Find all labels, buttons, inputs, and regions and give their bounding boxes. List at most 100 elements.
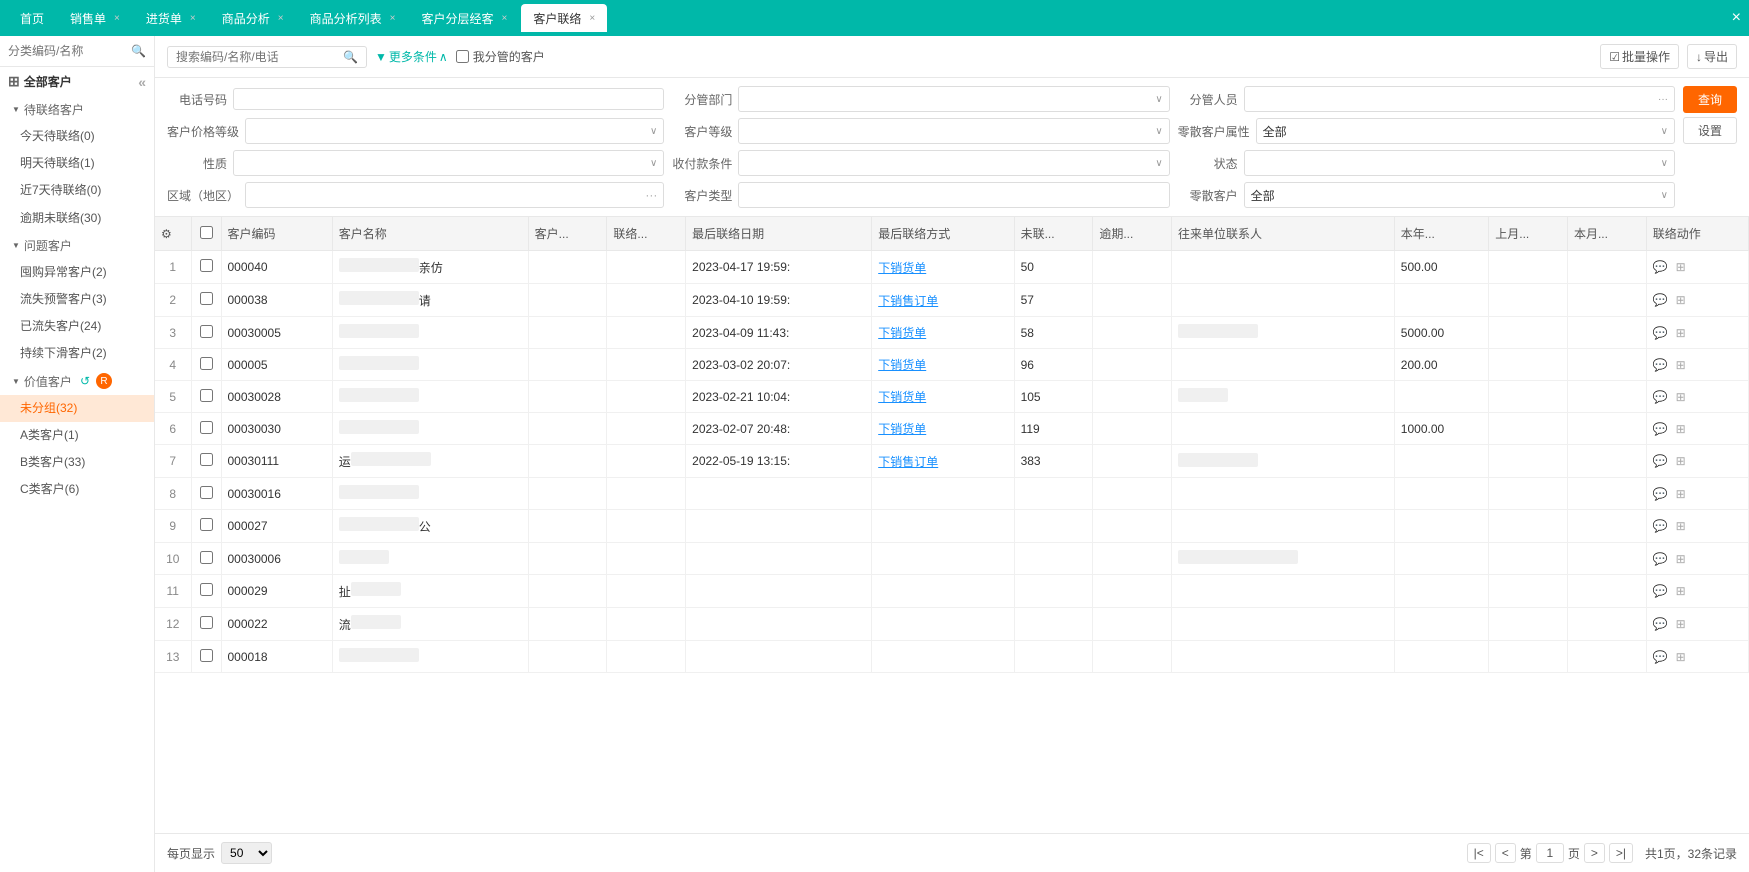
grid-action-icon[interactable]: ⊞ (1676, 487, 1686, 501)
prev-page-button[interactable]: < (1495, 843, 1516, 863)
filter-status-select[interactable]: ∨ (1244, 150, 1675, 176)
chat-icon[interactable]: 💬 (1653, 422, 1668, 436)
grid-action-icon[interactable]: ⊞ (1676, 358, 1686, 372)
reset-button[interactable]: 设置 (1683, 117, 1737, 144)
all-customers-item[interactable]: ⊞ 全部客户 « (0, 67, 154, 96)
row-checkbox[interactable] (200, 583, 213, 596)
filter-price-level-select[interactable]: ∨ (245, 118, 664, 144)
row-checkbox[interactable] (200, 518, 213, 531)
my-customers-checkbox[interactable] (456, 50, 469, 63)
filter-retail-attr-select[interactable]: 全部 ∨ (1256, 118, 1675, 144)
grid-action-icon[interactable]: ⊞ (1676, 293, 1686, 307)
filter-nature-select[interactable]: ∨ (233, 150, 664, 176)
filter-staff-select[interactable]: ··· (1244, 86, 1675, 112)
grid-action-icon[interactable]: ⊞ (1676, 584, 1686, 598)
row-checkbox[interactable] (200, 292, 213, 305)
close-tab-purchase[interactable]: × (190, 13, 196, 24)
grid-action-icon[interactable]: ⊞ (1676, 260, 1686, 274)
grid-action-icon[interactable]: ⊞ (1676, 422, 1686, 436)
sidebar-search-input[interactable] (8, 44, 127, 58)
settings-gear-icon[interactable]: ⚙ (161, 227, 172, 241)
row-checkbox[interactable] (200, 616, 213, 629)
filter-customer-type-select[interactable] (738, 182, 1169, 208)
sidebar-item-overdue-pending[interactable]: 逾期未联络(30) (0, 205, 154, 232)
sidebar-item-today-pending[interactable]: 今天待联络(0) (0, 123, 154, 150)
sidebar-item-c-class[interactable]: C类客户(6) (0, 476, 154, 503)
sidebar-group-problem[interactable]: ▼ 问题客户 (0, 232, 154, 259)
nav-tab-purchase[interactable]: 进货单 × (134, 4, 208, 32)
chat-icon[interactable]: 💬 (1653, 390, 1668, 404)
contact-way-link[interactable]: 下销货单 (878, 390, 926, 404)
sidebar-group-value[interactable]: ▼ 价值客户 ↺ R (0, 368, 154, 395)
close-tab-customer-segment[interactable]: × (501, 13, 507, 24)
row-checkbox[interactable] (200, 421, 213, 434)
contact-way-link[interactable]: 下销货单 (878, 422, 926, 436)
chat-icon[interactable]: 💬 (1653, 260, 1668, 274)
more-filters-button[interactable]: ▼ 更多条件 ∧ (375, 48, 448, 65)
contact-way-link[interactable]: 下销货单 (878, 358, 926, 372)
contact-way-link[interactable]: 下销货单 (878, 261, 926, 275)
filter-search-input[interactable] (176, 50, 339, 64)
grid-action-icon[interactable]: ⊞ (1676, 454, 1686, 468)
nav-tab-customer-contact[interactable]: 客户联络 × (521, 4, 607, 32)
row-checkbox[interactable] (200, 259, 213, 272)
sidebar-collapse-icon[interactable]: « (138, 74, 146, 90)
sidebar-item-a-class[interactable]: A类客户(1) (0, 422, 154, 449)
sidebar-item-declining[interactable]: 持续下滑客户(2) (0, 340, 154, 367)
chat-icon[interactable]: 💬 (1653, 293, 1668, 307)
close-tab-analysis[interactable]: × (278, 13, 284, 24)
filter-region-select[interactable]: ··· (245, 182, 664, 208)
sidebar-item-churned[interactable]: 已流失客户(24) (0, 313, 154, 340)
chat-icon[interactable]: 💬 (1653, 617, 1668, 631)
nav-tab-analysis[interactable]: 商品分析 × (210, 4, 296, 32)
chat-icon[interactable]: 💬 (1653, 454, 1668, 468)
grid-action-icon[interactable]: ⊞ (1676, 390, 1686, 404)
sidebar-item-7day-pending[interactable]: 近7天待联络(0) (0, 177, 154, 204)
filter-payment-select[interactable]: ∨ (738, 150, 1169, 176)
row-checkbox[interactable] (200, 325, 213, 338)
row-checkbox[interactable] (200, 649, 213, 662)
grid-action-icon[interactable]: ⊞ (1676, 650, 1686, 664)
filter-search-icon[interactable]: 🔍 (343, 50, 358, 64)
nav-tab-customer-segment[interactable]: 客户分层经客 × (409, 4, 519, 32)
grid-action-icon[interactable]: ⊞ (1676, 326, 1686, 340)
row-checkbox[interactable] (200, 486, 213, 499)
sidebar-item-tomorrow-pending[interactable]: 明天待联络(1) (0, 150, 154, 177)
grid-action-icon[interactable]: ⊞ (1676, 552, 1686, 566)
close-tab-customer-contact[interactable]: × (589, 13, 595, 24)
close-all-button[interactable]: × (1732, 10, 1741, 26)
row-checkbox[interactable] (200, 551, 213, 564)
chat-icon[interactable]: 💬 (1653, 552, 1668, 566)
chat-icon[interactable]: 💬 (1653, 584, 1668, 598)
filter-phone-input[interactable] (233, 88, 664, 110)
th-settings[interactable]: ⚙ (155, 217, 191, 251)
sidebar-group-pending[interactable]: ▼ 待联络客户 (0, 96, 154, 123)
refresh-icon[interactable]: ↺ (80, 374, 90, 388)
filter-dept-select[interactable]: ∨ (738, 86, 1169, 112)
row-checkbox[interactable] (200, 453, 213, 466)
page-size-select[interactable]: 50 20 100 (221, 842, 272, 864)
query-button[interactable]: 查询 (1683, 86, 1737, 113)
nav-tab-analysis-list[interactable]: 商品分析列表 × (298, 4, 408, 32)
chat-icon[interactable]: 💬 (1653, 519, 1668, 533)
filter-customer-level-select[interactable]: ∨ (738, 118, 1169, 144)
chat-icon[interactable]: 💬 (1653, 326, 1668, 340)
sidebar-search-icon[interactable]: 🔍 (131, 44, 146, 58)
chat-icon[interactable]: 💬 (1653, 358, 1668, 372)
row-checkbox[interactable] (200, 357, 213, 370)
first-page-button[interactable]: |< (1467, 843, 1491, 863)
sidebar-item-hoard[interactable]: 囤购异常客户(2) (0, 259, 154, 286)
close-tab-analysis-list[interactable]: × (390, 13, 396, 24)
chat-icon[interactable]: 💬 (1653, 487, 1668, 501)
nav-tab-sales[interactable]: 销售单 × (58, 4, 132, 32)
row-checkbox[interactable] (200, 389, 213, 402)
sidebar-item-b-class[interactable]: B类客户(33) (0, 449, 154, 476)
sidebar-item-ungroup[interactable]: 未分组(32) (0, 395, 154, 422)
export-button[interactable]: ↓ 导出 (1687, 44, 1737, 69)
chat-icon[interactable]: 💬 (1653, 650, 1668, 664)
close-tab-sales[interactable]: × (114, 13, 120, 24)
last-page-button[interactable]: >| (1609, 843, 1633, 863)
select-all-checkbox[interactable] (200, 226, 213, 239)
contact-way-link[interactable]: 下销售订单 (878, 455, 938, 469)
sidebar-item-churn-warning[interactable]: 流失预警客户(3) (0, 286, 154, 313)
